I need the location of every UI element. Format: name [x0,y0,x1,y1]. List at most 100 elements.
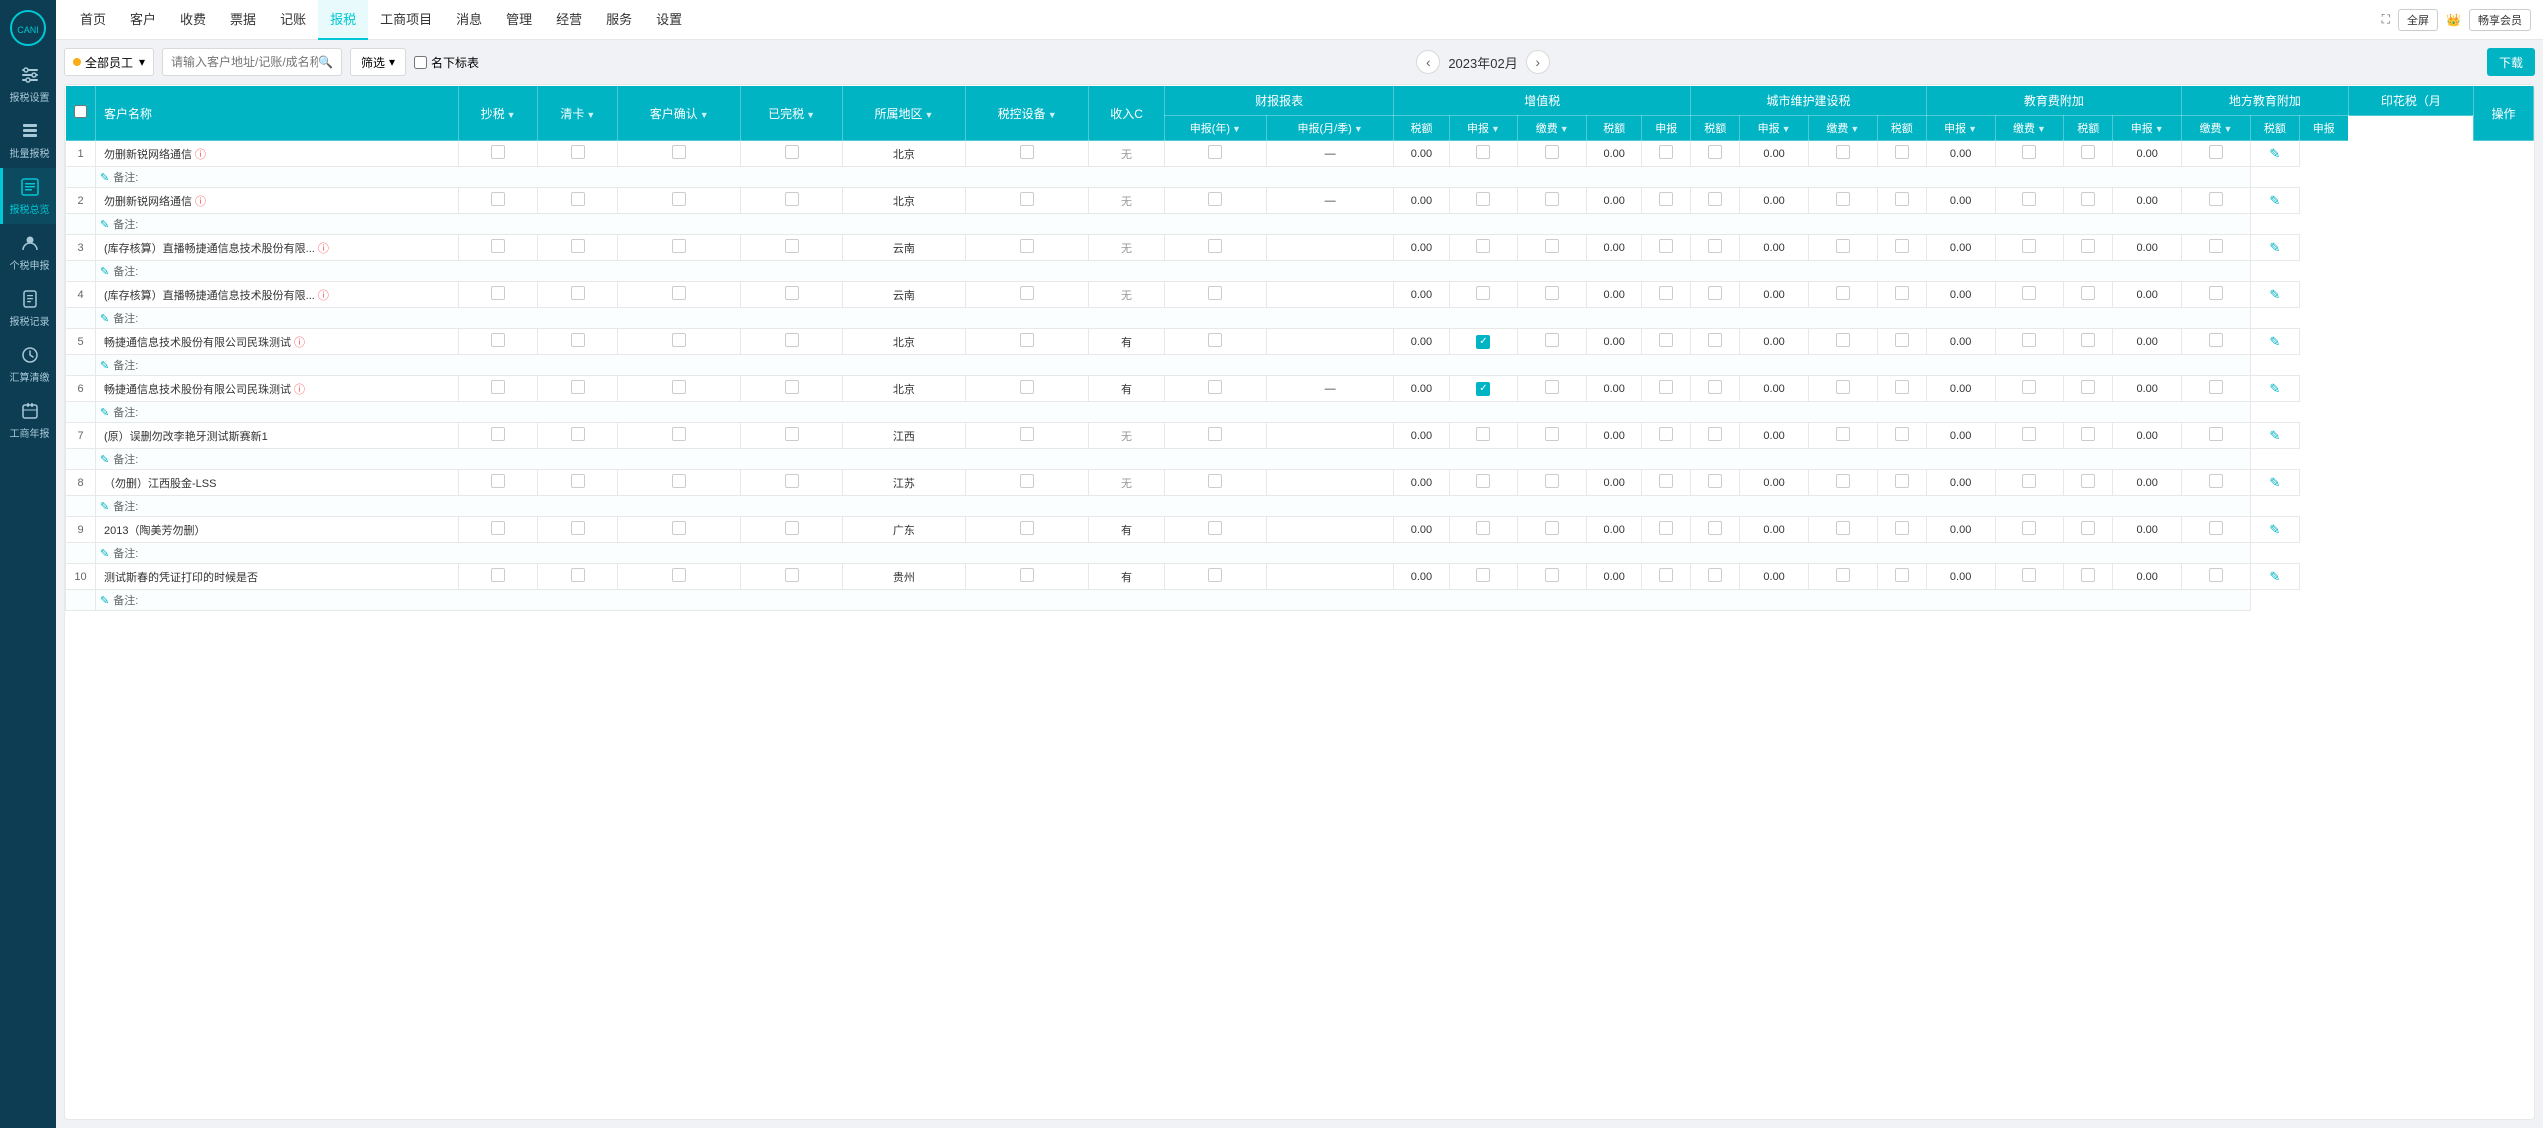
empty-check [1545,521,1559,535]
empty-check [1208,286,1222,300]
edit-icon[interactable]: ✎ [2269,522,2280,537]
empty-check [1545,333,1559,347]
search-input[interactable] [171,55,318,69]
edit-cell[interactable]: ✎ [2250,141,2299,167]
declared-cell [741,376,842,402]
seq-cell: 5 [66,329,96,355]
edit-cell[interactable]: ✎ [2250,470,2299,496]
empty-check [2209,239,2223,253]
nav-customers[interactable]: 客户 [118,0,168,40]
swipe-cell [538,282,618,308]
stamp-amount-cell: 0.00 [2113,282,2182,308]
edit-cell[interactable]: ✎ [2250,282,2299,308]
city-declare-cell [1642,564,1691,590]
sidebar: CANI 报税设置 批量报税 [0,0,56,1128]
fullscreen-button[interactable]: 全屏 [2398,9,2438,31]
vat-pay-cell [1518,188,1587,214]
swipe-cell [538,470,618,496]
select-all-checkbox[interactable] [74,105,87,118]
edit-icon[interactable]: ✎ [2269,381,2280,396]
edit-icon[interactable]: ✎ [2269,569,2280,584]
nav-service[interactable]: 服务 [594,0,644,40]
confirm-cell [618,470,741,496]
empty-check [785,427,799,441]
ledu-amount-cell: 0.00 [1926,235,1995,261]
edit-icon[interactable]: ✎ [2269,146,2280,161]
ledu-declare-cell [1995,282,2064,308]
sidebar-item-annual-report[interactable]: 工商年报 [0,392,56,448]
empty-check [1836,474,1850,488]
nav-billing[interactable]: 收费 [168,0,218,40]
nav-finance[interactable]: 经营 [544,0,594,40]
edu-amount-cell: 0.00 [1740,423,1809,449]
edit-icon[interactable]: ✎ [2269,287,2280,302]
edit-icon[interactable]: ✎ [2269,193,2280,208]
edit-cell[interactable]: ✎ [2250,329,2299,355]
nav-management[interactable]: 管理 [494,0,544,40]
search-box[interactable]: 🔍 [162,48,342,76]
empty-check [1708,192,1722,206]
sidebar-item-tax-record[interactable]: 报税记录 [0,280,56,336]
download-button[interactable]: 下载 [2487,48,2535,76]
empty-check [1708,380,1722,394]
filter-button[interactable]: 筛选 ▾ [350,48,406,76]
checkbox-text: 名下标表 [431,54,479,71]
named-table-checkbox[interactable] [414,56,427,69]
checkbox-label[interactable]: 名下标表 [414,54,479,71]
current-date: 2023年02月 [1448,53,1517,72]
edit-cell[interactable]: ✎ [2250,376,2299,402]
empty-check [1545,474,1559,488]
sidebar-item-label: 个税申报 [10,257,50,272]
employee-filter-select[interactable]: 全部员工 ▾ [64,48,154,76]
sidebar-item-personal-tax[interactable]: 个税申报 [0,224,56,280]
note-content-cell: ✎ 备注: [96,543,2251,564]
empty-check [2081,380,2095,394]
pencil-icon: ✎ [100,594,109,607]
nav-industry[interactable]: 工商项目 [368,0,444,40]
stamp-declare-cell [2182,423,2251,449]
th-income: 收入C [1089,86,1165,141]
income-cell: 无 [1089,470,1165,496]
edit-cell[interactable]: ✎ [2250,564,2299,590]
vat-declare-cell [1449,235,1518,261]
note-row: ✎ 备注: [66,261,2534,282]
th-city-declare: 申报▼ [1740,116,1809,141]
nav-invoice[interactable]: 票据 [218,0,268,40]
nav-bookkeeping[interactable]: 记账 [268,0,318,40]
empty-check [1659,145,1673,159]
edit-cell[interactable]: ✎ [2250,517,2299,543]
vat-pay-cell [1518,329,1587,355]
edit-icon[interactable]: ✎ [2269,334,2280,349]
edit-cell[interactable]: ✎ [2250,188,2299,214]
edit-cell[interactable]: ✎ [2250,423,2299,449]
nav-settings[interactable]: 设置 [644,0,694,40]
city-pay-cell [1691,564,1740,590]
empty-check [571,568,585,582]
tax-table: 客户名称 抄税▼ 清卡▼ 客户确认▼ 已完税▼ 所属地区▼ 税控设备▼ 收入C … [65,85,2534,611]
note-content-cell: ✎ 备注: [96,308,2251,329]
stamp-declare-cell [2182,235,2251,261]
nav-home[interactable]: 首页 [68,0,118,40]
edit-icon[interactable]: ✎ [2269,240,2280,255]
prev-month-button[interactable]: ‹ [1416,50,1440,74]
edu-amount-cell: 0.00 [1740,282,1809,308]
empty-check [672,239,686,253]
city-pay-cell [1691,376,1740,402]
sidebar-item-batch-tax[interactable]: 批量报税 [0,112,56,168]
ledu-amount-cell: 0.00 [1926,564,1995,590]
sidebar-item-tax-settings[interactable]: 报税设置 [0,56,56,112]
swipe-cell [538,376,618,402]
nav-messages[interactable]: 消息 [444,0,494,40]
vip-button[interactable]: 畅享会员 [2469,9,2531,31]
edit-icon[interactable]: ✎ [2269,475,2280,490]
sidebar-item-summary[interactable]: 汇算清缴 [0,336,56,392]
nav-tax[interactable]: 报税 [318,0,368,40]
name-cell: (原）误删勿改李艳牙测试斯赛新1 [96,423,459,449]
next-month-button[interactable]: › [1526,50,1550,74]
sidebar-item-tax-list[interactable]: 报税总览 [0,168,56,224]
tax-table-wrapper[interactable]: 客户名称 抄税▼ 清卡▼ 客户确认▼ 已完税▼ 所属地区▼ 税控设备▼ 收入C … [64,84,2535,1120]
edit-icon[interactable]: ✎ [2269,428,2280,443]
name-cell: (库存核算）直播畅捷通信息技术股份有限...ⓘ [96,235,459,261]
edit-cell[interactable]: ✎ [2250,235,2299,261]
table-row: 8 （勿删）江西股金-LSS 江苏 无 0.00 0.00 0.00 0.00 … [66,470,2534,496]
